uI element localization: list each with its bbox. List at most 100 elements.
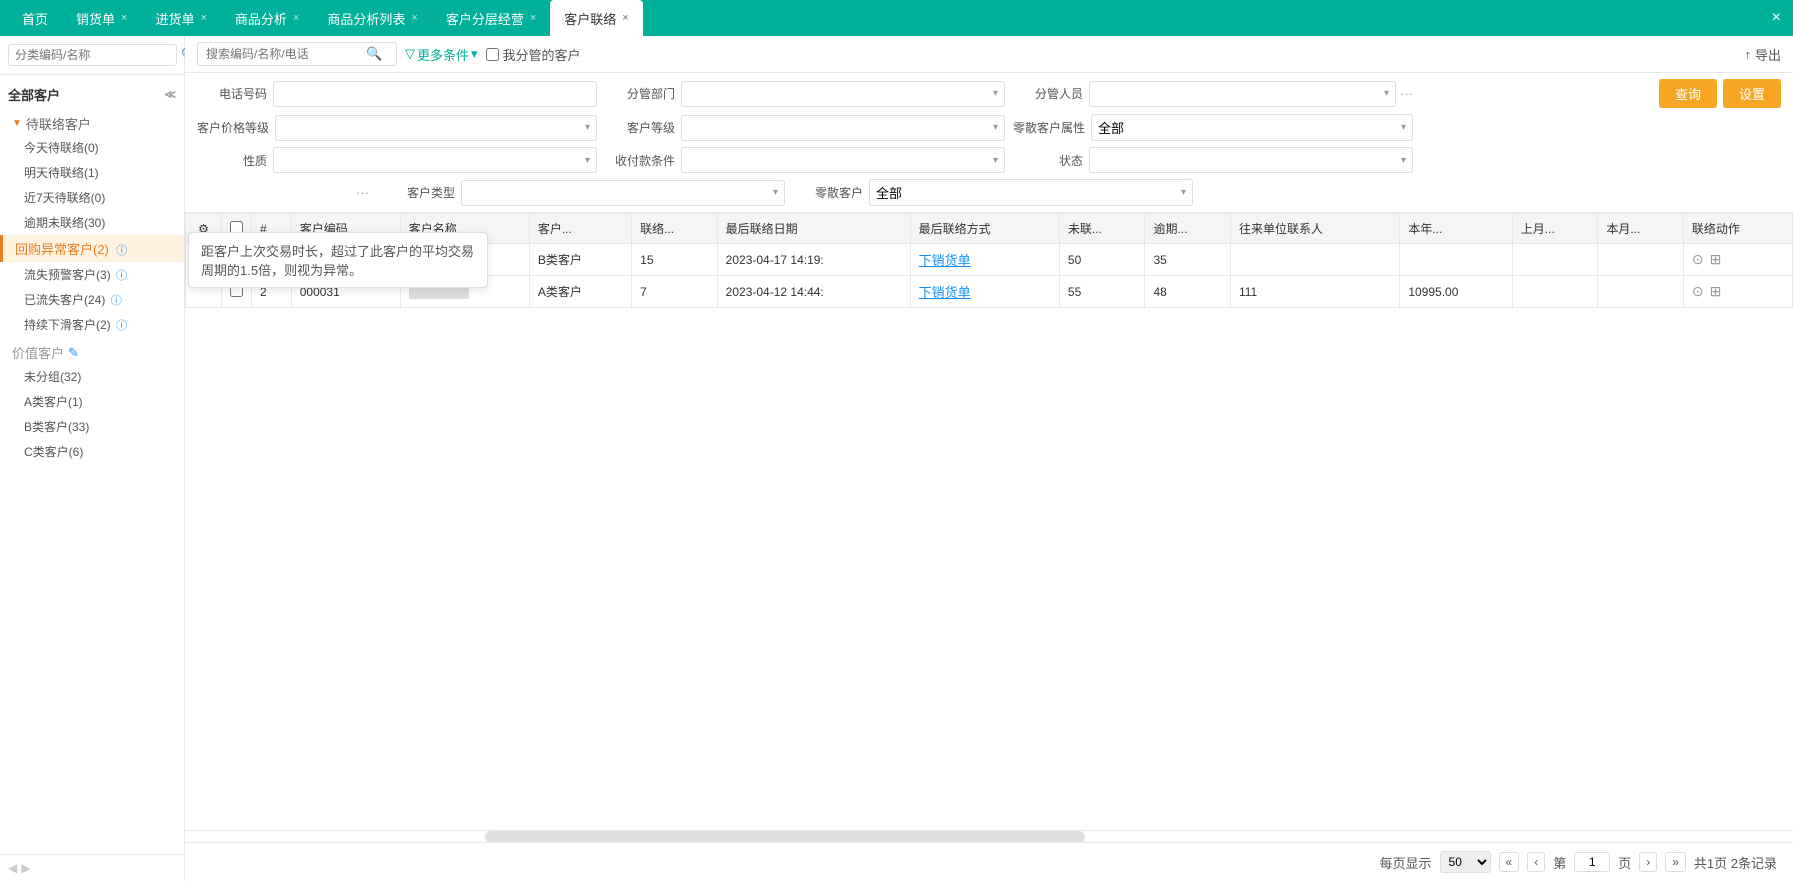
triangle-icon: ▼ bbox=[12, 118, 22, 129]
filter-search-box: 🔍 bbox=[197, 42, 397, 66]
last-page-btn[interactable]: » bbox=[1665, 852, 1686, 872]
phone-input[interactable] bbox=[273, 81, 597, 107]
th-contact-count: 联络... bbox=[632, 214, 718, 244]
cell-contact-count: 15 bbox=[632, 244, 718, 276]
cell-overdue: 35 bbox=[1145, 244, 1231, 276]
search-input[interactable] bbox=[206, 47, 366, 61]
sidebar-item-churned[interactable]: 已流失客户(24) ⓘ bbox=[0, 287, 184, 312]
info-icon3: ⓘ bbox=[111, 295, 122, 307]
cell-contact-count: 7 bbox=[632, 276, 718, 308]
customer-level-field: 客户等级 ▾ bbox=[605, 115, 1005, 141]
table-container: ⚙ # 客户编码 客户名称 客户... 联络... 最后联络日期 最后联络方式 … bbox=[185, 213, 1793, 830]
filter-row-4: ··· 客户类型 ▾ 零散客户 全部 ▾ bbox=[197, 179, 1781, 206]
branch-person-field: 分管人员 ▾ ··· bbox=[1013, 81, 1413, 107]
more-icon[interactable]: ⊞ bbox=[1710, 251, 1722, 268]
chevron-down-icon: ▾ bbox=[993, 155, 998, 166]
retail-attr-field: 零散客户属性 全部 ▾ bbox=[1013, 114, 1413, 141]
info-icon2: ⓘ bbox=[116, 270, 127, 282]
sidebar-item-a-class[interactable]: A类客户(1) bbox=[0, 389, 184, 414]
all-customers-header[interactable]: 全部客户 ≪ bbox=[0, 79, 184, 110]
nav-item-product-list[interactable]: 商品分析列表 × bbox=[313, 0, 431, 36]
customer-level-select[interactable]: ▾ bbox=[681, 115, 1005, 141]
cell-unit-contact: 111 bbox=[1230, 276, 1399, 308]
more-options-icon[interactable]: ··· bbox=[1400, 86, 1413, 101]
cell-overdue: 48 bbox=[1145, 276, 1231, 308]
close-icon[interactable]: × bbox=[622, 12, 628, 24]
next-page-btn[interactable]: › bbox=[1639, 852, 1657, 872]
sidebar-item-b-class[interactable]: B类客户(33) bbox=[0, 414, 184, 439]
nav-item-customer-contact[interactable]: 客户联络 × bbox=[550, 0, 642, 36]
sidebar-item-7days[interactable]: 近7天待联络(0) bbox=[0, 185, 184, 210]
close-icon[interactable]: × bbox=[411, 12, 417, 24]
gender-select[interactable]: ▾ bbox=[273, 147, 597, 173]
close-icon[interactable]: × bbox=[530, 12, 536, 24]
sidebar-item-declining[interactable]: 持续下滑客户(2) ⓘ bbox=[0, 312, 184, 337]
chevron-down-icon: ▾ bbox=[993, 88, 998, 99]
nav-item-home[interactable]: 首页 bbox=[8, 0, 62, 36]
price-level-field: 客户价格等级 ▾ bbox=[197, 115, 597, 141]
export-button[interactable]: ↑ 导出 bbox=[1744, 45, 1781, 64]
info-icon4: ⓘ bbox=[116, 320, 127, 332]
cell-last-contact-date: 2023-04-17 14:19: bbox=[717, 244, 910, 276]
value-customer-section: 价值客户 ✎ bbox=[0, 337, 184, 364]
search-icon[interactable]: 🔍 bbox=[366, 46, 382, 62]
branch-dept-select[interactable]: ▾ bbox=[681, 81, 1005, 107]
nav-item-sales[interactable]: 销货单 × bbox=[62, 0, 141, 36]
more-conditions-btn[interactable]: ▽ 更多条件 ▾ bbox=[405, 45, 478, 64]
per-page-select[interactable]: 50 20 100 bbox=[1440, 851, 1491, 873]
content-area: 🔍 ▽ 更多条件 ▾ 我分管的客户 ↑ 导出 电话号码 bbox=[185, 36, 1793, 881]
left-arrow-icon[interactable]: ◀ bbox=[8, 861, 17, 875]
page-input[interactable] bbox=[1574, 852, 1610, 872]
window-close-button[interactable]: × bbox=[1772, 9, 1781, 27]
my-customer-check[interactable] bbox=[486, 48, 499, 61]
contact-method-link[interactable]: 下销货单 bbox=[919, 253, 971, 268]
contact-icon[interactable]: ⊙ bbox=[1692, 283, 1704, 300]
retail-attr-select[interactable]: 全部 ▾ bbox=[1091, 114, 1413, 141]
close-icon[interactable]: × bbox=[200, 12, 206, 24]
customer-type-select[interactable]: ▾ bbox=[461, 180, 785, 206]
my-customer-checkbox[interactable]: 我分管的客户 bbox=[486, 45, 581, 64]
th-this-month: 本月... bbox=[1598, 214, 1684, 244]
branch-person-select[interactable]: ▾ bbox=[1089, 81, 1396, 107]
cell-action: ⊙ ⊞ bbox=[1683, 276, 1792, 308]
sidebar: 🔍 全部客户 ≪ ▼ 待联络客户 今天待联络(0) 明天待联络(1) 近7天待联… bbox=[0, 36, 185, 881]
cell-unread: 55 bbox=[1059, 276, 1145, 308]
filter-toolbar: 🔍 ▽ 更多条件 ▾ 我分管的客户 ↑ 导出 bbox=[185, 36, 1793, 73]
sidebar-item-overdue[interactable]: 逾期未联络(30) bbox=[0, 210, 184, 235]
price-level-select[interactable]: ▾ bbox=[275, 115, 597, 141]
sidebar-search-input[interactable] bbox=[8, 44, 177, 66]
nav-item-purchase[interactable]: 进货单 × bbox=[141, 0, 220, 36]
sidebar-item-c-class[interactable]: C类客户(6) bbox=[0, 439, 184, 464]
nav-item-product-analysis[interactable]: 商品分析 × bbox=[221, 0, 313, 36]
sidebar-item-tomorrow[interactable]: 明天待联络(1) bbox=[0, 160, 184, 185]
sidebar-item-ungrouped[interactable]: 未分组(32) bbox=[0, 364, 184, 389]
contact-icon[interactable]: ⊙ bbox=[1692, 251, 1704, 268]
payment-select[interactable]: ▾ bbox=[681, 147, 1005, 173]
sidebar-item-today[interactable]: 今天待联络(0) bbox=[0, 135, 184, 160]
status-select[interactable]: ▾ bbox=[1089, 147, 1413, 173]
settings-button[interactable]: 设置 bbox=[1723, 79, 1781, 108]
close-icon[interactable]: × bbox=[121, 12, 127, 24]
more-options-btn[interactable]: ··· bbox=[356, 185, 369, 200]
retail-customer-select[interactable]: 全部 ▾ bbox=[869, 179, 1193, 206]
horizontal-scrollbar[interactable] bbox=[185, 830, 1793, 842]
prev-page-btn[interactable]: ‹ bbox=[1527, 852, 1545, 872]
query-button[interactable]: 查询 bbox=[1659, 79, 1717, 108]
cell-customer-type: B类客户 bbox=[529, 244, 631, 276]
right-arrow-icon[interactable]: ▶ bbox=[21, 861, 30, 875]
cell-action: ⊙ ⊞ bbox=[1683, 244, 1792, 276]
close-icon[interactable]: × bbox=[293, 12, 299, 24]
contact-method-link[interactable]: 下销货单 bbox=[919, 285, 971, 300]
per-page-label: 每页显示 bbox=[1380, 853, 1432, 872]
filter-icon: ▽ bbox=[405, 46, 415, 62]
more-icon[interactable]: ⊞ bbox=[1710, 283, 1722, 300]
chevron-down-icon: ▾ bbox=[585, 155, 590, 166]
first-page-btn[interactable]: « bbox=[1499, 852, 1520, 872]
page-label: 第 bbox=[1553, 853, 1566, 872]
nav-item-customer-tier[interactable]: 客户分层经营 × bbox=[432, 0, 550, 36]
sidebar-section-pending[interactable]: ▼ 待联络客户 bbox=[0, 110, 184, 135]
filter-row-1: 电话号码 分管部门 ▾ 分管人员 ▾ ··· bbox=[197, 79, 1781, 108]
sidebar-item-repurchase-anomaly[interactable]: 回购异常客户(2) ⓘ bbox=[0, 235, 184, 262]
edit-icon[interactable]: ✎ bbox=[68, 345, 79, 361]
sidebar-item-churn-warning[interactable]: 流失预警客户(3) ⓘ bbox=[0, 262, 184, 287]
